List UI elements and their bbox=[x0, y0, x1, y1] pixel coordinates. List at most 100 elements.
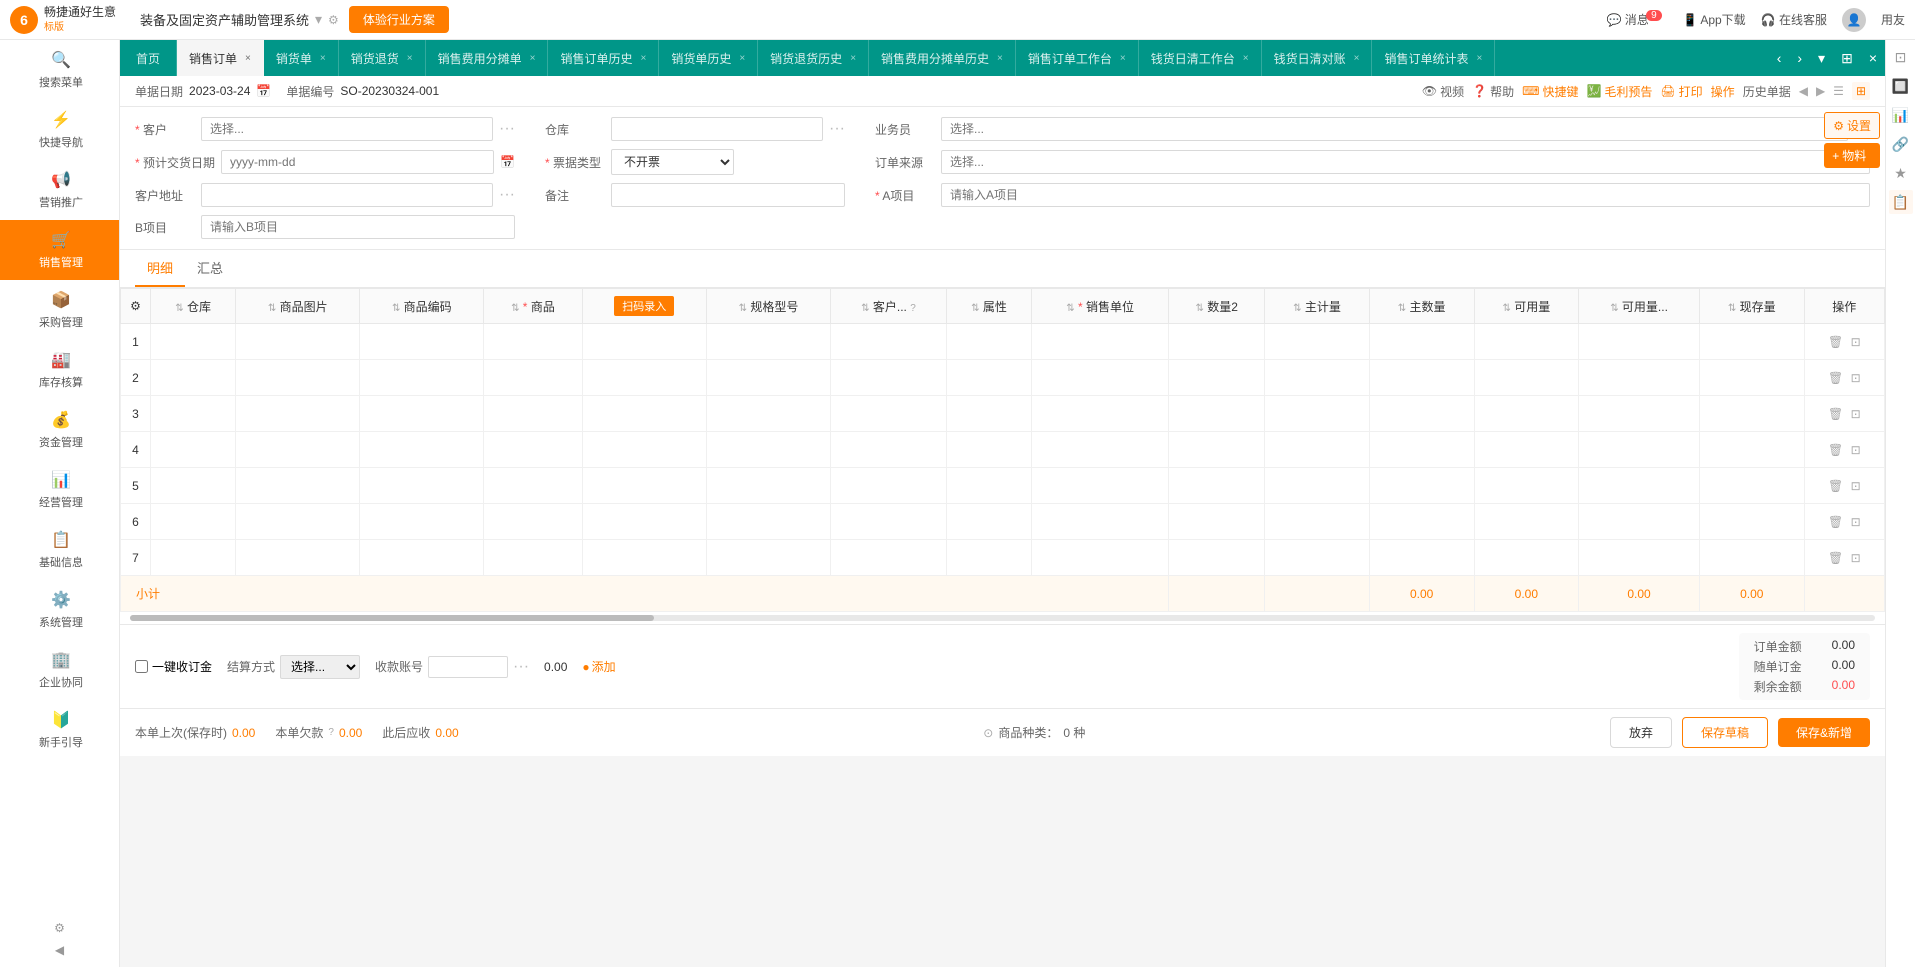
cell-main-unit[interactable] bbox=[1265, 360, 1370, 396]
cell-spec[interactable] bbox=[707, 396, 831, 432]
delivery-calendar-icon[interactable]: 📅 bbox=[500, 155, 515, 169]
cell-image[interactable] bbox=[236, 432, 360, 468]
username[interactable]: 用友 bbox=[1881, 11, 1905, 28]
tab-fee-history[interactable]: 销售费用分摊单历史 × bbox=[869, 40, 1016, 76]
customer-more-btn[interactable]: ··· bbox=[499, 120, 515, 138]
sidebar-item-purchase[interactable]: 📦 采购管理 bbox=[0, 280, 119, 340]
row-delete-icon[interactable]: 🗑 bbox=[1828, 407, 1843, 421]
cell-warehouse[interactable] bbox=[151, 324, 236, 360]
profit-btn[interactable]: 💹 毛利预告 bbox=[1586, 83, 1652, 100]
cell-image[interactable] bbox=[236, 396, 360, 432]
add-material-btn[interactable]: + 物料 bbox=[1824, 143, 1880, 168]
tab-cash-reconcile[interactable]: 钱货日清对账 × bbox=[1262, 40, 1373, 76]
cell-image[interactable] bbox=[236, 540, 360, 576]
tab-close-sales-history[interactable]: × bbox=[640, 53, 646, 64]
cell-available[interactable] bbox=[1474, 468, 1579, 504]
row-copy-icon[interactable]: ⊡ bbox=[1851, 551, 1861, 565]
tab-menu-btn[interactable]: ▾ bbox=[1810, 40, 1833, 76]
cell-main-unit[interactable] bbox=[1265, 540, 1370, 576]
solution-button[interactable]: 体验行业方案 bbox=[349, 6, 449, 33]
settings-icon[interactable]: ⚙ bbox=[328, 13, 339, 27]
cell-available[interactable] bbox=[1474, 324, 1579, 360]
cell-spec[interactable] bbox=[707, 468, 831, 504]
cell-qty2[interactable] bbox=[1169, 432, 1265, 468]
tab-close-sales-summary[interactable]: × bbox=[1476, 53, 1482, 64]
calendar-icon[interactable]: 📅 bbox=[256, 84, 271, 98]
sidebar-item-quick[interactable]: ⚡ 快捷导航 bbox=[0, 100, 119, 160]
cell-qty2[interactable] bbox=[1169, 360, 1265, 396]
tab-close-refund-history[interactable]: × bbox=[850, 53, 856, 64]
tab-sales-return[interactable]: 销货单 × bbox=[264, 40, 339, 76]
cell-spec[interactable] bbox=[707, 540, 831, 576]
cell-main-unit[interactable] bbox=[1265, 324, 1370, 360]
sidebar-collapse-icon[interactable]: ◀ bbox=[55, 943, 64, 957]
row-delete-icon[interactable]: 🗑 bbox=[1828, 479, 1843, 493]
scrollbar-thumb[interactable] bbox=[130, 615, 654, 621]
cell-warehouse[interactable] bbox=[151, 468, 236, 504]
nav-prev-icon[interactable]: ◀ bbox=[1799, 84, 1808, 98]
cell-available2[interactable] bbox=[1579, 432, 1700, 468]
cell-customer-code[interactable] bbox=[831, 360, 947, 396]
cell-main-qty[interactable] bbox=[1369, 468, 1474, 504]
cell-available[interactable] bbox=[1474, 540, 1579, 576]
add-btn[interactable]: ● 添加 bbox=[582, 658, 615, 675]
help-btn[interactable]: ❓ 帮助 bbox=[1472, 83, 1514, 100]
tab-close-sales-refund[interactable]: × bbox=[407, 53, 413, 64]
row-copy-icon[interactable]: ⊡ bbox=[1851, 443, 1861, 457]
cell-product[interactable] bbox=[484, 540, 582, 576]
sidebar-item-operations[interactable]: 📊 经营管理 bbox=[0, 460, 119, 520]
warehouse-more-btn[interactable]: ··· bbox=[829, 120, 845, 138]
remark-input[interactable] bbox=[611, 183, 845, 207]
cell-available2[interactable] bbox=[1579, 396, 1700, 432]
sidebar-item-enterprise[interactable]: 🏢 企业协同 bbox=[0, 640, 119, 700]
receipt-more-btn[interactable]: ··· bbox=[513, 658, 529, 676]
cell-main-qty[interactable] bbox=[1369, 432, 1474, 468]
cell-qty2[interactable] bbox=[1169, 540, 1265, 576]
tab-next-btn[interactable]: › bbox=[1789, 40, 1810, 76]
cell-unit[interactable] bbox=[1032, 432, 1169, 468]
cell-stock[interactable] bbox=[1699, 360, 1804, 396]
right-icon-1[interactable]: ⊡ bbox=[1889, 45, 1913, 69]
cell-customer-code[interactable] bbox=[831, 432, 947, 468]
b-project-input[interactable] bbox=[201, 215, 515, 239]
cell-main-qty[interactable] bbox=[1369, 360, 1474, 396]
tab-close-fee-history[interactable]: × bbox=[997, 53, 1003, 64]
cell-warehouse[interactable] bbox=[151, 360, 236, 396]
cell-main-unit[interactable] bbox=[1265, 468, 1370, 504]
cell-qty2[interactable] bbox=[1169, 324, 1265, 360]
right-icon-3[interactable]: 📊 bbox=[1889, 103, 1913, 127]
sidebar-item-system[interactable]: ⚙️ 系统管理 bbox=[0, 580, 119, 640]
cell-image[interactable] bbox=[236, 504, 360, 540]
cell-code[interactable] bbox=[360, 540, 484, 576]
payment-method-select[interactable]: 选择... bbox=[280, 655, 360, 679]
draft-btn[interactable]: 保存草稿 bbox=[1682, 717, 1768, 748]
cell-customer-code[interactable] bbox=[831, 468, 947, 504]
tab-close-all-btn[interactable]: × bbox=[1861, 40, 1885, 76]
cell-qty2[interactable] bbox=[1169, 504, 1265, 540]
row-delete-icon[interactable]: 🗑 bbox=[1828, 443, 1843, 457]
row-copy-icon[interactable]: ⊡ bbox=[1851, 479, 1861, 493]
a-project-input[interactable] bbox=[941, 183, 1870, 207]
table-scrollbar[interactable] bbox=[120, 612, 1885, 624]
cell-customer-code[interactable] bbox=[831, 540, 947, 576]
cell-stock[interactable] bbox=[1699, 396, 1804, 432]
cell-image[interactable] bbox=[236, 360, 360, 396]
cell-main-qty[interactable] bbox=[1369, 396, 1474, 432]
cell-stock[interactable] bbox=[1699, 504, 1804, 540]
view-toggle-icon[interactable]: ☰ bbox=[1833, 84, 1844, 98]
delivery-input[interactable] bbox=[221, 150, 494, 174]
cell-code[interactable] bbox=[360, 396, 484, 432]
cell-spec[interactable] bbox=[707, 360, 831, 396]
tab-close-sales-return[interactable]: × bbox=[320, 53, 326, 64]
cell-code[interactable] bbox=[360, 432, 484, 468]
invoice-select[interactable]: 不开票 普通发票 增值税专用发票 bbox=[611, 149, 734, 175]
warehouse-input[interactable]: 成品库 bbox=[611, 117, 823, 141]
cell-main-unit[interactable] bbox=[1265, 396, 1370, 432]
cell-product[interactable] bbox=[484, 396, 582, 432]
cell-warehouse[interactable] bbox=[151, 432, 236, 468]
tab-return-history[interactable]: 销货单历史 × bbox=[659, 40, 758, 76]
sidebar-settings-icon[interactable]: ⚙ bbox=[54, 921, 65, 935]
cell-product[interactable] bbox=[484, 504, 582, 540]
operation-btn[interactable]: 操作 bbox=[1711, 83, 1735, 100]
cell-attribute[interactable] bbox=[946, 504, 1031, 540]
